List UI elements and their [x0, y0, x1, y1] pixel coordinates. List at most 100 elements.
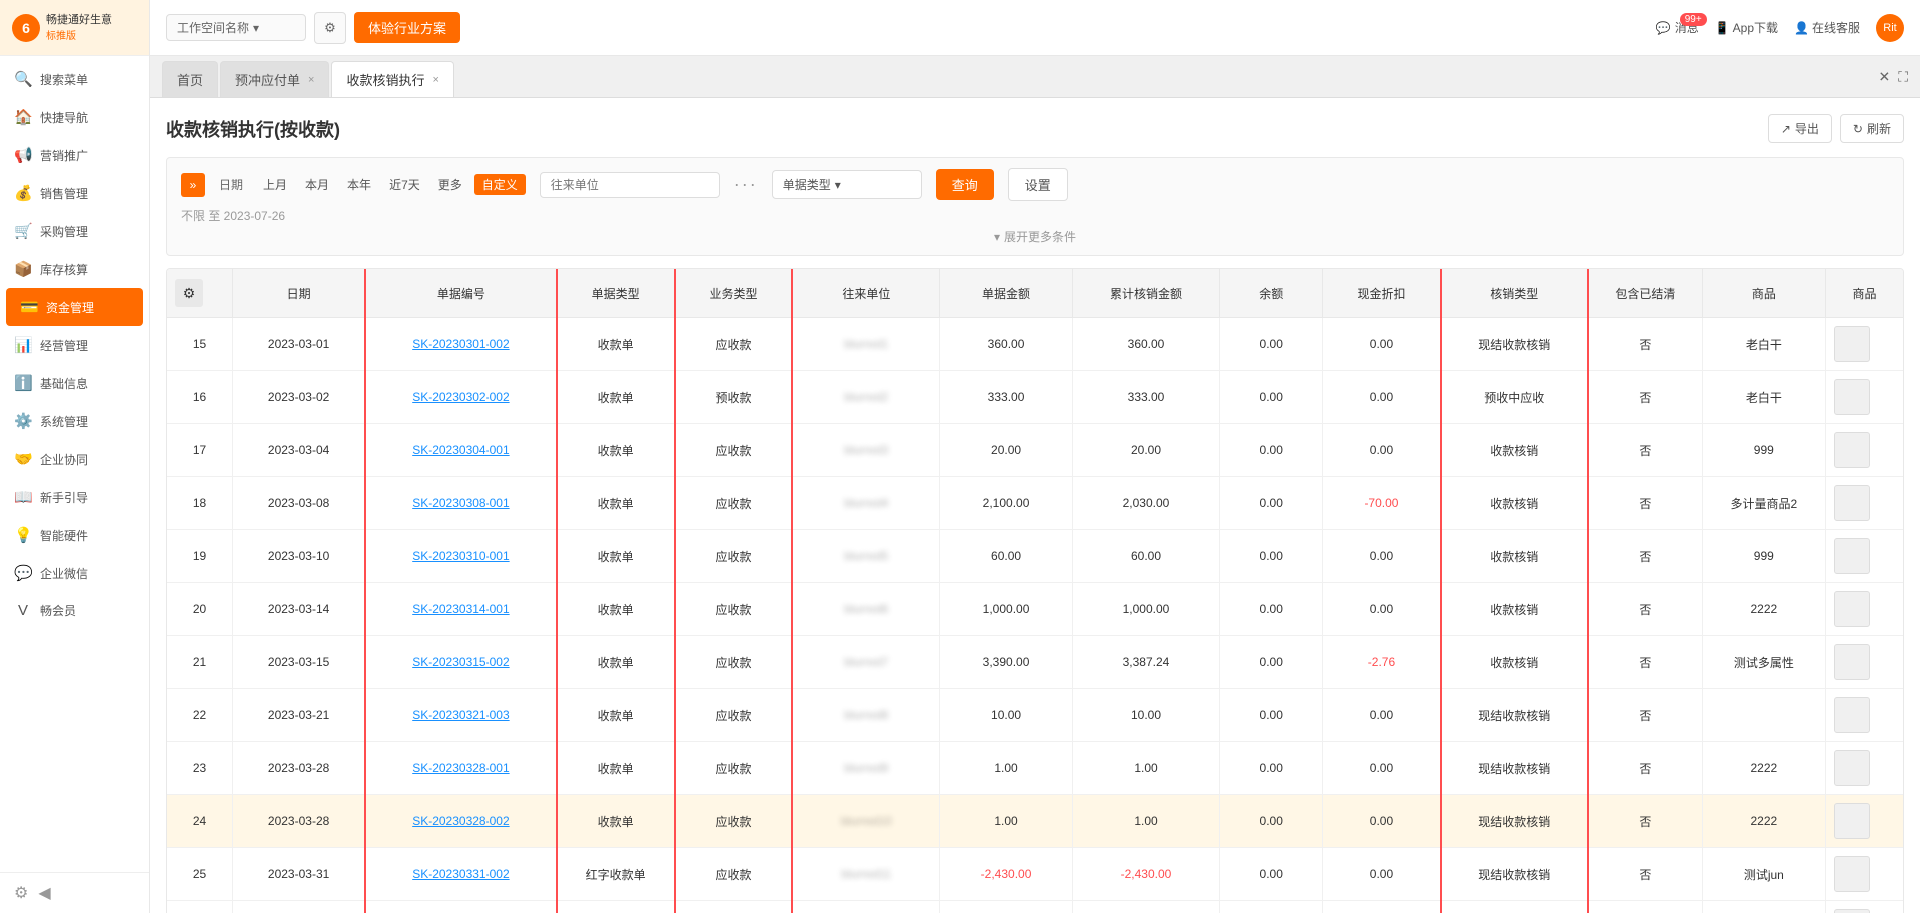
- cell-billno[interactable]: SK-20230314-001: [365, 583, 557, 636]
- sidebar-item-operation[interactable]: 📊经营管理: [0, 326, 149, 364]
- expand-more-btn[interactable]: ▾ 展开更多条件: [181, 228, 1889, 245]
- workspace-selector[interactable]: 工作空间名称 ▾: [166, 14, 306, 41]
- goods-thumbnail: [1834, 803, 1870, 839]
- cell-billno[interactable]: SK-20230308-001: [365, 477, 557, 530]
- cell-partner: blurred12: [792, 901, 939, 913]
- sidebar-item-hardware[interactable]: 💡智能硬件: [0, 516, 149, 554]
- date-custom-btn[interactable]: 自定义: [474, 174, 526, 195]
- cell-amount: 20.00: [940, 901, 1073, 913]
- topbar-settings-btn[interactable]: ⚙: [314, 12, 346, 44]
- tab-prewrite[interactable]: 预冲应付单×: [220, 61, 329, 97]
- data-table-container: ⚙ 日期 单据编号 单据类型 业务类型 往来单位 单据金额 累计核销金额 余额 …: [166, 268, 1904, 913]
- cell-date: 2023-04-03: [233, 901, 366, 913]
- sidebar-item-marketing[interactable]: 📢营销推广: [0, 136, 149, 174]
- date-last-month[interactable]: 上月: [257, 174, 293, 195]
- table-row: 19 2023-03-10 SK-20230310-001 收款单 应收款 bl…: [167, 530, 1903, 583]
- cell-writetype: 预收款核销: [1441, 901, 1588, 913]
- sidebar-item-basic[interactable]: ℹ️基础信息: [0, 364, 149, 402]
- cell-date: 2023-03-21: [233, 689, 366, 742]
- sidebar-item-system[interactable]: ⚙️系统管理: [0, 402, 149, 440]
- cell-cumwrite: 1,000.00: [1072, 583, 1219, 636]
- cell-no: 19: [167, 530, 233, 583]
- cell-billno[interactable]: SK-20230310-001: [365, 530, 557, 583]
- filter-settings-btn[interactable]: 设置: [1008, 168, 1068, 201]
- partner-input[interactable]: [540, 172, 720, 198]
- cell-goods: 老白干: [1702, 371, 1825, 424]
- cell-biztype: 应收款: [675, 848, 793, 901]
- search-btn[interactable]: 查询: [936, 169, 994, 200]
- sidebar-item-inventory[interactable]: 📦库存核算: [0, 250, 149, 288]
- collapse-icon[interactable]: ◀: [38, 883, 50, 903]
- tabbar-actions: ✕ ⛶: [1878, 68, 1908, 85]
- cell-settled: 否: [1588, 318, 1702, 371]
- sidebar-item-shortcut[interactable]: 🏠快捷导航: [0, 98, 149, 136]
- cell-billno[interactable]: SK-20230328-001: [365, 742, 557, 795]
- message-btn[interactable]: 💬 消息 99+: [1656, 19, 1699, 36]
- cell-cumwrite: 3,387.24: [1072, 636, 1219, 689]
- cell-billno[interactable]: SK-20230321-003: [365, 689, 557, 742]
- export-label: 导出: [1795, 120, 1819, 137]
- cell-billno[interactable]: SK-20230403-002: [365, 901, 557, 913]
- cell-billtype: 收款单: [557, 901, 675, 913]
- close-tab-icon[interactable]: ✕: [1878, 68, 1890, 85]
- th-date: 日期: [233, 269, 366, 318]
- app-download-btn[interactable]: 📱 App下载: [1715, 19, 1778, 36]
- cell-billno[interactable]: SK-20230328-002: [365, 795, 557, 848]
- cell-billno[interactable]: SK-20230302-002: [365, 371, 557, 424]
- online-service-btn[interactable]: 👤 在线客服: [1794, 19, 1860, 36]
- cell-writetype: 现结收款核销: [1441, 318, 1588, 371]
- cell-goods: 123D商品: [1702, 901, 1825, 913]
- date-7days[interactable]: 近7天: [383, 174, 426, 195]
- cell-goodsimg: [1825, 795, 1903, 848]
- cell-balance: 0.00: [1220, 742, 1323, 795]
- cell-billno[interactable]: SK-20230301-002: [365, 318, 557, 371]
- tab-close-writeoff[interactable]: ×: [432, 74, 438, 86]
- cell-discount: 0.00: [1323, 795, 1441, 848]
- sidebar-item-member[interactable]: V畅会员: [0, 592, 149, 629]
- tab-writeoff[interactable]: 收款核销执行×: [331, 61, 453, 97]
- finance-label: 资金管理: [46, 299, 94, 316]
- date-this-month[interactable]: 本月: [299, 174, 335, 195]
- export-btn[interactable]: ↗ 导出: [1768, 114, 1832, 143]
- cell-date: 2023-03-08: [233, 477, 366, 530]
- cell-billtype: 收款单: [557, 689, 675, 742]
- cell-settled: 否: [1588, 795, 1702, 848]
- cell-billno[interactable]: SK-20230331-002: [365, 848, 557, 901]
- bill-type-chevron: ▾: [835, 178, 841, 192]
- cell-biztype: 应收款: [675, 795, 793, 848]
- date-this-year[interactable]: 本年: [341, 174, 377, 195]
- sidebar-item-purchase[interactable]: 🛒采购管理: [0, 212, 149, 250]
- cell-goodsimg: [1825, 636, 1903, 689]
- sidebar-item-sales[interactable]: 💰销售管理: [0, 174, 149, 212]
- cell-billtype: 收款单: [557, 318, 675, 371]
- bill-type-label: 单据类型: [783, 176, 831, 193]
- cell-billno[interactable]: SK-20230315-002: [365, 636, 557, 689]
- sidebar-item-guide[interactable]: 📖新手引导: [0, 478, 149, 516]
- cell-amount: 360.00: [940, 318, 1073, 371]
- cell-settled: 否: [1588, 901, 1702, 913]
- filter-expand-btn[interactable]: »: [181, 173, 205, 197]
- industry-btn[interactable]: 体验行业方案: [354, 12, 460, 43]
- date-more[interactable]: 更多: [432, 174, 468, 195]
- user-avatar[interactable]: Rit: [1876, 14, 1904, 42]
- settings-footer-icon[interactable]: ⚙: [14, 883, 28, 903]
- bill-type-select[interactable]: 单据类型 ▾: [772, 170, 922, 199]
- search-label: 搜索菜单: [40, 71, 88, 88]
- sidebar-item-search[interactable]: 🔍搜索菜单: [0, 60, 149, 98]
- system-label: 系统管理: [40, 413, 88, 430]
- table-row: 20 2023-03-14 SK-20230314-001 收款单 应收款 bl…: [167, 583, 1903, 636]
- cell-discount: 0.00: [1323, 742, 1441, 795]
- sidebar-item-enterprise[interactable]: 🤝企业协同: [0, 440, 149, 478]
- cell-writetype: 收款核销: [1441, 477, 1588, 530]
- sidebar-item-wechat[interactable]: 💬企业微信: [0, 554, 149, 592]
- sidebar-item-finance[interactable]: 💳资金管理: [6, 288, 143, 326]
- refresh-btn[interactable]: ↻ 刷新: [1840, 114, 1904, 143]
- tab-close-prewrite[interactable]: ×: [308, 74, 314, 86]
- expand-tab-icon[interactable]: ⛶: [1898, 68, 1908, 85]
- th-billno: 单据编号: [365, 269, 557, 318]
- cell-cumwrite: 360.00: [1072, 318, 1219, 371]
- th-settings[interactable]: ⚙: [167, 269, 233, 318]
- tab-home[interactable]: 首页: [162, 61, 218, 97]
- cell-partner: blurred1: [792, 318, 939, 371]
- cell-billno[interactable]: SK-20230304-001: [365, 424, 557, 477]
